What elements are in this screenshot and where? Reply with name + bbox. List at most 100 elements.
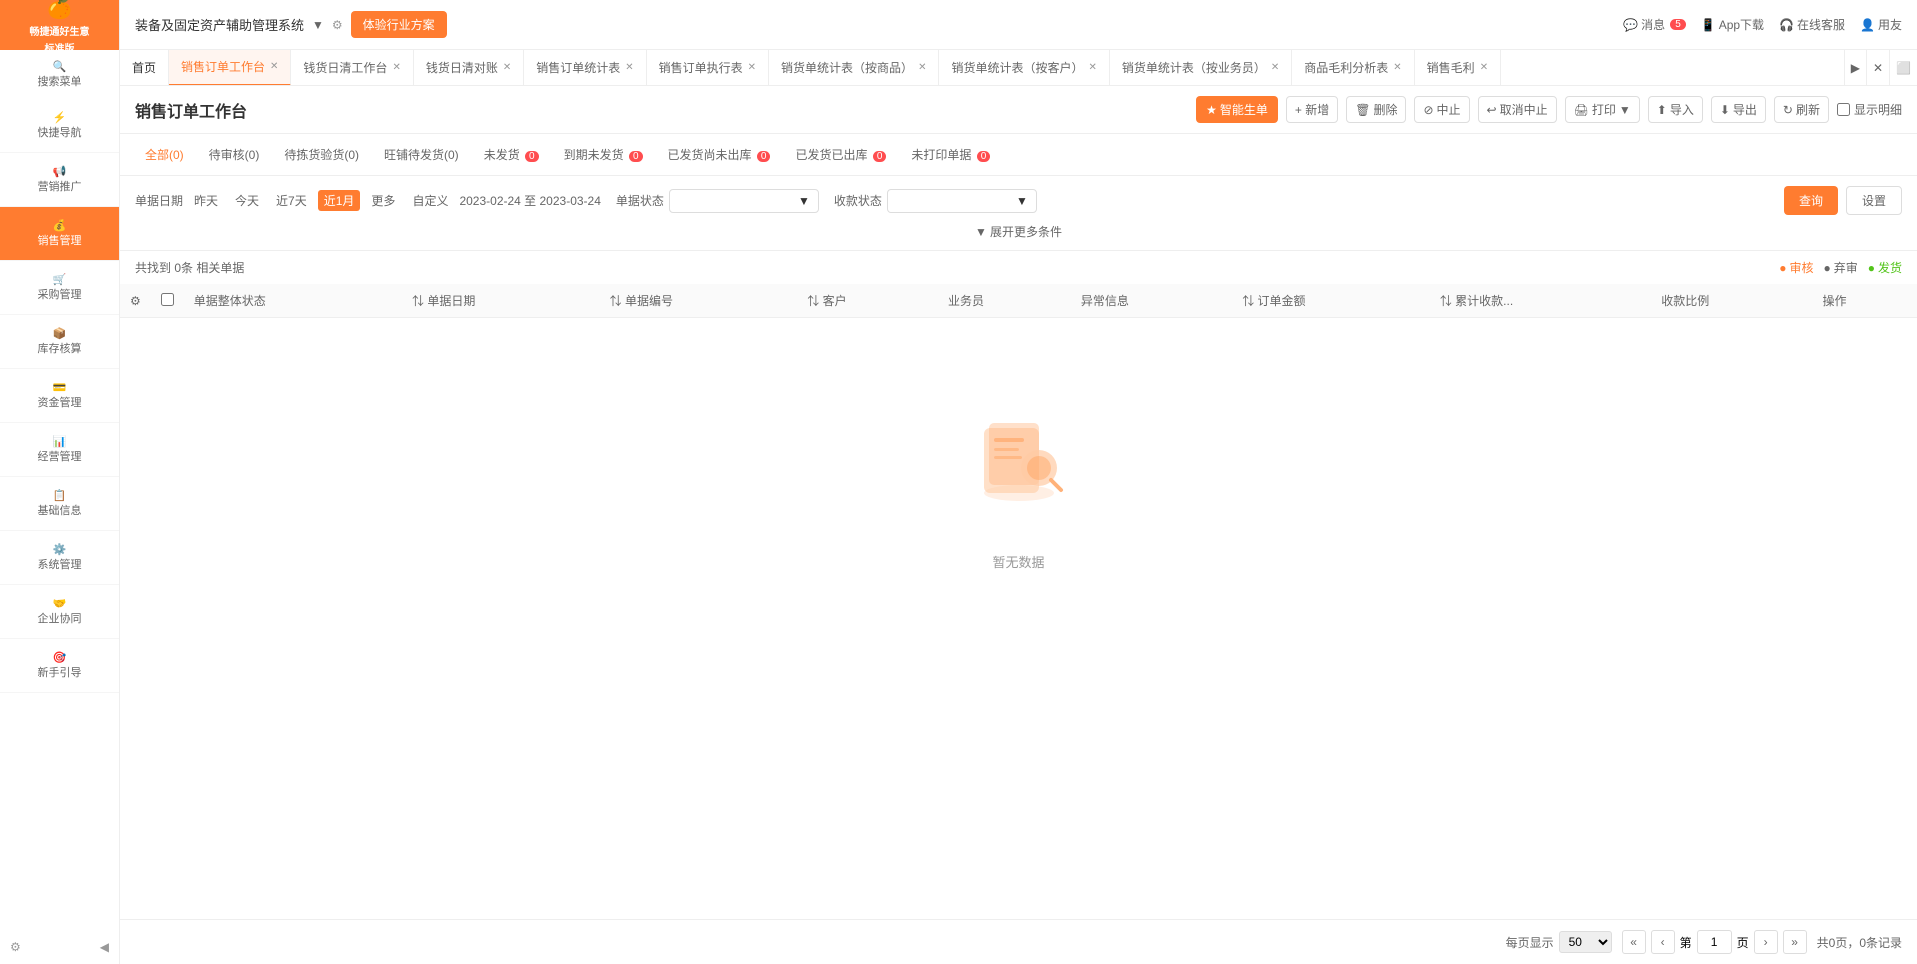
tab-sales-profit[interactable]: 销售毛利 ✕ [1415,50,1501,86]
cancel-stop-btn[interactable]: ↩ 取消中止 [1478,96,1557,123]
tab-sales-workbench-close[interactable]: ✕ [270,61,278,72]
industry-btn[interactable]: 体验行业方案 [351,11,447,38]
settings-gear-icon[interactable]: ⚙ [332,18,343,32]
expand-more-btn[interactable]: ▼ 展开更多条件 [975,223,1062,240]
empty-icon [959,398,1079,537]
tab-close-product[interactable]: ✕ [918,62,926,73]
page-next-btn[interactable]: › [1754,930,1778,954]
tab-close-gross[interactable]: ✕ [1393,62,1401,73]
date-opt-custom[interactable]: 自定义 [406,190,454,211]
sidebar-item-quick-nav[interactable]: ⚡ 快捷导航 [0,99,119,153]
tab-scroll-right[interactable]: ▶ [1844,50,1866,86]
page-prev-btn[interactable]: ‹ [1651,930,1675,954]
filter-tab-pending-check[interactable]: 待拣货验货(0) [274,142,369,167]
tab-sales-summary-staff[interactable]: 销货单统计表（按业务员） ✕ [1110,50,1292,86]
refresh-btn[interactable]: ↻ 刷新 [1774,96,1829,123]
sidebar-item-label: 销售管理 [38,232,82,248]
review-action[interactable]: ● 审核 [1779,259,1813,276]
th-collected[interactable]: ⇅ 累计收款... [1430,284,1651,318]
date-opt-more[interactable]: 更多 [365,190,401,211]
status-filter-select[interactable]: ▼ [669,189,819,213]
tab-sales-workbench[interactable]: 销售订单工作台 ✕ [169,50,291,86]
sidebar-item-operation[interactable]: 📊 经营管理 [0,423,119,477]
tab-maximize[interactable]: ⬜ [1889,50,1917,86]
marketing-icon: 📢 [53,165,67,178]
sidebar-item-label: 营销推广 [38,178,82,194]
select-all-checkbox[interactable] [161,293,174,306]
th-amount[interactable]: ⇅ 订单金额 [1232,284,1430,318]
stop-btn[interactable]: ⊘ 中止 [1414,96,1469,123]
import-btn[interactable]: ⬆ 导入 [1648,96,1703,123]
payment-filter-select[interactable]: ▼ [887,189,1037,213]
per-page-select[interactable]: 50 100 200 [1559,931,1612,953]
date-opt-1month[interactable]: 近1月 [318,190,361,211]
guide-icon: 🎯 [53,651,67,664]
filter-tab-not-printed[interactable]: 未打印单据 0 [901,142,1000,167]
filter-tab-overdue[interactable]: 到期未发货 0 [554,142,653,167]
tab-cash-reconcile-close[interactable]: ✕ [503,62,511,73]
tab-close-staff[interactable]: ✕ [1271,62,1279,73]
collapse-icon[interactable]: ◀ [100,940,109,954]
online-service-action[interactable]: 🎧 在线客服 [1779,16,1845,33]
sidebar-item-guide[interactable]: 🎯 新手引导 [0,639,119,693]
tab-close-customer[interactable]: ✕ [1088,62,1096,73]
export-btn[interactable]: ⬇ 导出 [1711,96,1766,123]
tab-close-all[interactable]: ✕ [1866,50,1889,86]
th-date[interactable]: ⇅ 单据日期 [402,284,600,318]
filter-tab-shipped-not-out[interactable]: 已发货尚未出库 0 [658,142,781,167]
show-detail-checkbox[interactable] [1837,103,1850,116]
th-checkbox[interactable] [151,284,184,318]
tab-sales-execute-close[interactable]: ✕ [748,62,756,73]
query-btn[interactable]: 查询 [1784,186,1838,215]
sidebar-item-marketing[interactable]: 📢 营销推广 [0,153,119,207]
filter-tab-all[interactable]: 全部(0) [135,142,194,167]
th-customer[interactable]: ⇅ 客户 [797,284,938,318]
tab-cash-daily[interactable]: 钱货日清工作台 ✕ [291,50,413,86]
tab-sales-execute[interactable]: 销售订单执行表 ✕ [647,50,769,86]
sidebar-item-purchase[interactable]: 🛒 采购管理 [0,261,119,315]
print-btn[interactable]: 🖨 打印 ▼ [1565,96,1640,123]
payment-select-arrow: ▼ [1016,194,1028,208]
smart-btn[interactable]: ★ 智能生单 [1196,96,1278,123]
tab-sales-summary-customer[interactable]: 销货单统计表（按客户） ✕ [939,50,1109,86]
user-action[interactable]: 👤 用友 [1860,16,1902,33]
ship-action[interactable]: ● 发货 [1868,259,1902,276]
filter-tab-shipped-out[interactable]: 已发货已出库 0 [785,142,896,167]
page-first-btn[interactable]: « [1622,930,1646,954]
tab-sales-stats-close[interactable]: ✕ [625,62,633,73]
delete-btn[interactable]: 🗑 删除 [1346,96,1406,123]
sidebar-item-inventory[interactable]: 📦 库存核算 [0,315,119,369]
tab-gross-margin[interactable]: 商品毛利分析表 ✕ [1292,50,1414,86]
date-opt-today[interactable]: 今天 [229,190,265,211]
sidebar-item-cooperation[interactable]: 🤝 企业协同 [0,585,119,639]
filter-tab-wangpu[interactable]: 旺铺待发货(0) [374,142,469,167]
sidebar-item-system[interactable]: ⚙️ 系统管理 [0,531,119,585]
sidebar-item-finance[interactable]: 💳 资金管理 [0,369,119,423]
date-opt-7days[interactable]: 近7天 [270,190,313,211]
filter-tab-pending-review[interactable]: 待审核(0) [199,142,270,167]
date-range-display: 2023-02-24 至 2023-03-24 [459,192,600,209]
sidebar-item-basic[interactable]: 📋 基础信息 [0,477,119,531]
tab-cash-daily-close[interactable]: ✕ [392,62,400,73]
date-opt-yesterday[interactable]: 昨天 [188,190,224,211]
tab-cash-reconcile[interactable]: 钱货日清对账 ✕ [414,50,524,86]
cancel-review-action[interactable]: ● 弃审 [1823,259,1857,276]
summary-text: 共找到 0条 相关单据 [135,259,244,276]
app-download-action[interactable]: 📱 App下载 [1701,16,1764,33]
th-config[interactable]: ⚙ [120,284,151,318]
sidebar-item-sales[interactable]: 💰 销售管理 [0,207,119,261]
tab-sales-stats[interactable]: 销售订单统计表 ✕ [524,50,646,86]
sidebar-search-item[interactable]: 🔍 搜索菜单 [0,50,119,99]
setting-btn[interactable]: 设置 [1846,186,1902,215]
add-btn[interactable]: + 新增 [1286,96,1338,123]
tab-sales-summary-product[interactable]: 销货单统计表（按商品） ✕ [769,50,939,86]
tab-home[interactable]: 首页 [120,50,169,86]
filter-tab-not-shipped[interactable]: 未发货 0 [474,142,549,167]
th-number[interactable]: ⇅ 单据编号 [600,284,798,318]
tab-close-profit[interactable]: ✕ [1480,62,1488,73]
page-input[interactable] [1697,930,1732,954]
system-dropdown[interactable]: ▼ [312,18,324,32]
settings-icon[interactable]: ⚙ [10,940,21,954]
message-action[interactable]: 💬 消息 5 [1623,16,1686,33]
page-last-btn[interactable]: » [1783,930,1807,954]
